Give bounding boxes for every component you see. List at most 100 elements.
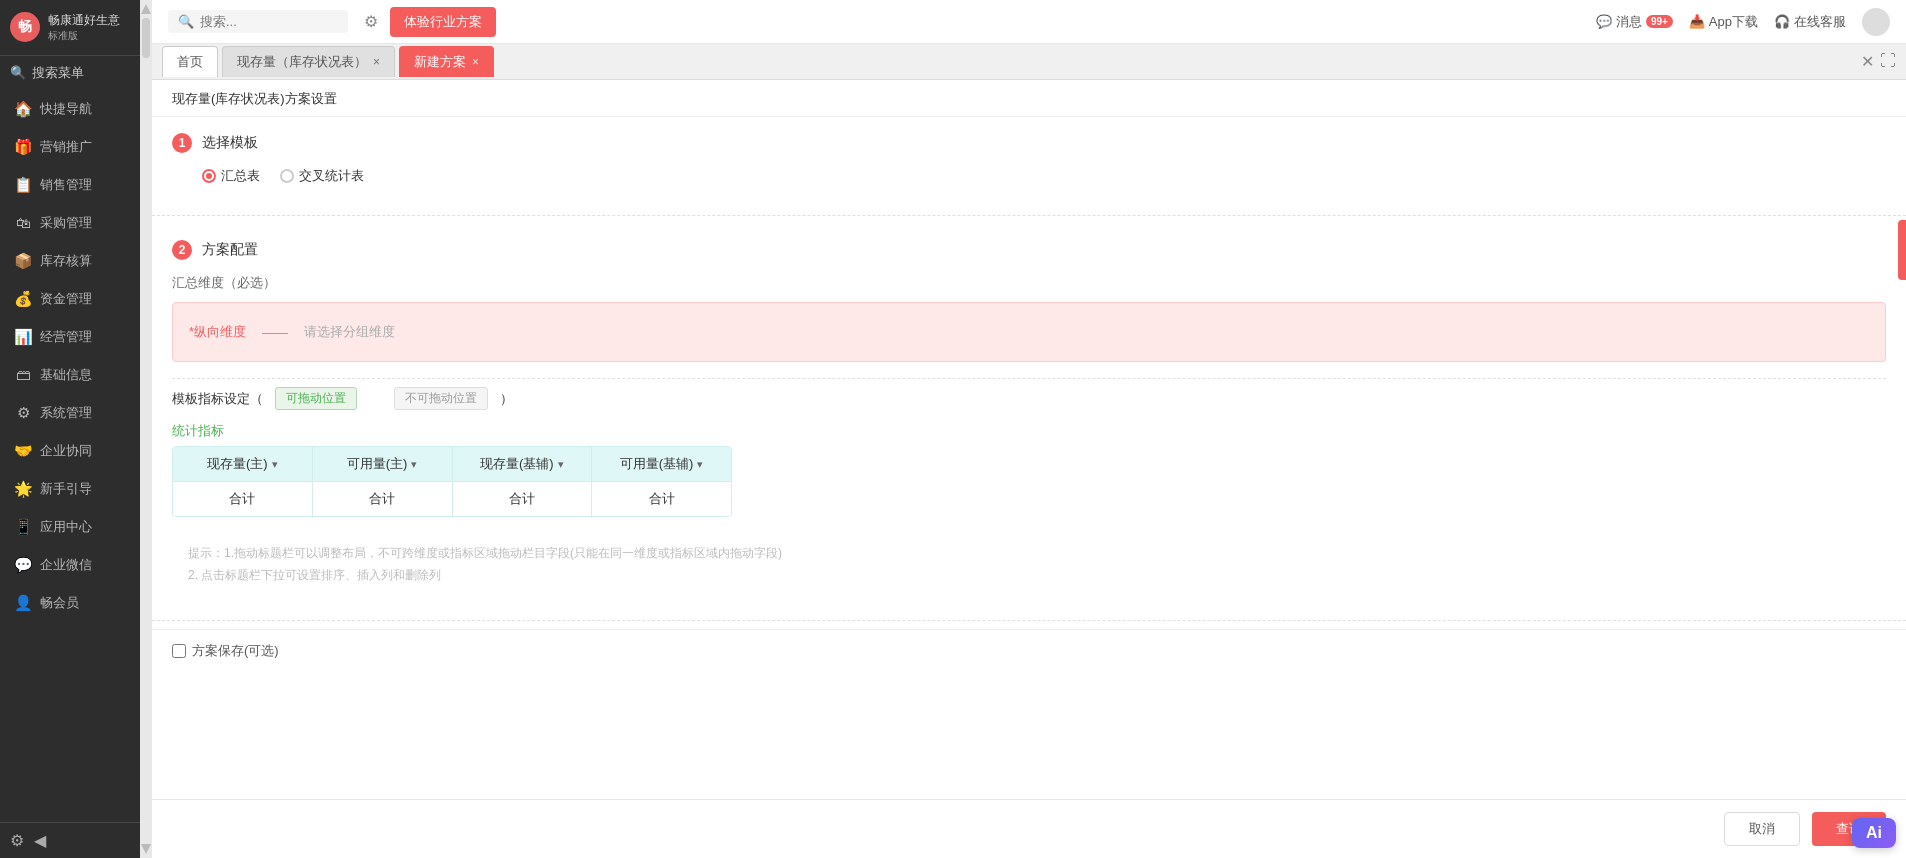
wechat-icon: 💬 [14,556,32,574]
step1-indicator: 1 选择模板 [172,133,1886,153]
sidebar-item-inventory[interactable]: 📦 库存核算 [0,242,140,280]
sidebar-item-finance[interactable]: 💰 资金管理 [0,280,140,318]
scroll-down-btn[interactable] [141,844,151,854]
sidebar-search-label: 搜索菜单 [32,64,84,82]
radio-cross[interactable]: 交叉统计表 [280,167,364,185]
cancel-button[interactable]: 取消 [1724,812,1800,846]
system-icon: ⚙ [14,404,32,422]
stats-col-body-2: 合计 [453,482,593,516]
sidebar-item-app-center[interactable]: 📱 应用中心 [0,508,140,546]
topbar-online-service-group[interactable]: 🎧 在线客服 [1774,13,1846,31]
topbar-search-icon: 🔍 [178,14,194,29]
sidebar-item-system[interactable]: ⚙ 系统管理 [0,394,140,432]
topbar-search-input[interactable] [200,14,320,29]
sidebar-item-enterprise[interactable]: 🤝 企业协同 [0,432,140,470]
stats-col-header-2[interactable]: 现存量(基辅) ▾ [453,447,593,481]
finance-icon: 💰 [14,290,32,308]
stats-col-footer-2: 合计 [509,490,535,508]
page-title: 现存量(库存状况表)方案设置 [172,91,337,106]
app-edition: 标准版 [48,29,120,43]
stats-section-label: 统计指标 [172,422,1886,440]
sidebar-item-label: 资金管理 [40,290,92,308]
indicator-setting-prefix: 模板指标设定（ [172,390,263,408]
tab-new-scheme[interactable]: 新建方案 × [399,46,494,77]
appcenter-icon: 📱 [14,518,32,536]
tab-expand-icon[interactable]: ⛶ [1880,52,1896,71]
sidebar-item-label: 经营管理 [40,328,92,346]
stats-col-label-0: 现存量(主) [207,455,268,473]
sidebar-item-marketing[interactable]: 🎁 营销推广 [0,128,140,166]
tab-home[interactable]: 首页 [162,46,218,77]
message-label: 消息 [1616,13,1642,31]
sidebar-scrollbar[interactable] [140,0,152,858]
sidebar-item-label: 销售管理 [40,176,92,194]
topbar-gear-icon[interactable]: ⚙ [364,12,378,31]
stats-col-body-0: 合计 [173,482,313,516]
topbar-message-group[interactable]: 💬 消息 99+ [1596,13,1673,31]
save-area: 方案保存(可选) [152,629,1906,672]
stats-col-body-3: 合计 [592,482,731,516]
scroll-thumb[interactable] [142,18,150,58]
tab-inventory-close-icon[interactable]: × [373,55,380,69]
sidebar-item-members[interactable]: 👤 畅会员 [0,584,140,622]
step2-num: 2 [172,240,192,260]
radio-summary[interactable]: 汇总表 [202,167,260,185]
divider-2 [172,378,1886,379]
stats-col-header-0[interactable]: 现存量(主) ▾ [173,447,313,481]
guide-icon: 🌟 [14,480,32,498]
step1-label: 选择模板 [202,134,258,152]
message-badge: 99+ [1646,15,1673,28]
divider-1 [152,215,1906,216]
tabbar: 首页 现存量（库存状况表） × 新建方案 × ✕ ⛶ [152,44,1906,80]
topbar-search-area[interactable]: 🔍 [168,10,348,33]
page-title-bar: 现存量(库存状况表)方案设置 [152,80,1906,117]
collapse-sidebar-icon[interactable]: ◀ [34,831,46,850]
sidebar-item-purchase[interactable]: 🛍 采购管理 [0,204,140,242]
members-icon: 👤 [14,594,32,612]
tab-home-label: 首页 [177,53,203,71]
stats-col-header-3[interactable]: 可用量(基辅) ▾ [592,447,731,481]
sidebar-item-basic-info[interactable]: 🗃 基础信息 [0,356,140,394]
tab-new-scheme-close-icon[interactable]: × [472,55,479,69]
step2-section: 2 方案配置 汇总维度（必选） *纵向维度 —— 请选择分组维度 模板指标设定（ [152,224,1906,612]
home-icon: 🏠 [14,100,32,118]
save-checkbox[interactable] [172,644,186,658]
tab-inventory-label: 现存量（库存状况表） [237,53,367,71]
enterprise-icon: 🤝 [14,442,32,460]
step1-section: 1 选择模板 汇总表 交叉统计表 [152,117,1906,207]
ai-badge[interactable]: Ai [1852,818,1896,848]
trial-industry-button[interactable]: 体验行业方案 [390,7,496,37]
online-service-label: 在线客服 [1794,13,1846,31]
stats-col-header-1[interactable]: 可用量(主) ▾ [313,447,453,481]
tab-inventory-status[interactable]: 现存量（库存状况表） × [222,46,395,77]
app-download-label: App下载 [1709,13,1758,31]
tab-close-window-icon[interactable]: ✕ [1861,52,1874,71]
sidebar-item-quick-nav[interactable]: 🏠 快捷导航 [0,90,140,128]
content-area: 现存量(库存状况表)方案设置 1 选择模板 汇总表 交叉统计表 [152,80,1906,799]
divider-3 [152,620,1906,621]
radio-cross-circle [280,169,294,183]
sidebar-item-label: 采购管理 [40,214,92,232]
sidebar-item-wechat[interactable]: 💬 企业微信 [0,546,140,584]
sidebar-item-sales[interactable]: 📋 销售管理 [0,166,140,204]
basicinfo-icon: 🗃 [14,366,32,384]
dim-placeholder[interactable]: 请选择分组维度 [304,323,395,341]
chevron-down-icon-3: ▾ [697,458,703,471]
main-area: 🔍 ⚙ 体验行业方案 💬 消息 99+ 📥 App下载 🎧 在线客服 首页 [152,0,1906,858]
settings-bottom-icon[interactable]: ⚙ [10,831,24,850]
step1-num: 1 [172,133,192,153]
tip-2: 2. 点击标题栏下拉可设置排序、插入列和删除列 [188,565,1870,587]
aggregate-label: 汇总维度（必选） [172,274,1886,292]
stats-col-label-2: 现存量(基辅) [480,455,554,473]
sidebar-item-new-guide[interactable]: 🌟 新手引导 [0,470,140,508]
sidebar-item-operations[interactable]: 📊 经营管理 [0,318,140,356]
stats-col-footer-1: 合计 [369,490,395,508]
scroll-up-btn[interactable] [141,4,151,14]
step2-label: 方案配置 [202,241,258,259]
user-avatar[interactable] [1862,8,1890,36]
sidebar-search[interactable]: 🔍 搜索菜单 [0,56,140,90]
stats-table-header: 现存量(主) ▾ 可用量(主) ▾ 现存量(基辅 [173,447,731,481]
content-inner: 现存量(库存状况表)方案设置 1 选择模板 汇总表 交叉统计表 [152,80,1906,799]
topbar-app-download-group[interactable]: 📥 App下载 [1689,13,1758,31]
app-name-block: 畅康通好生意 标准版 [48,12,120,43]
